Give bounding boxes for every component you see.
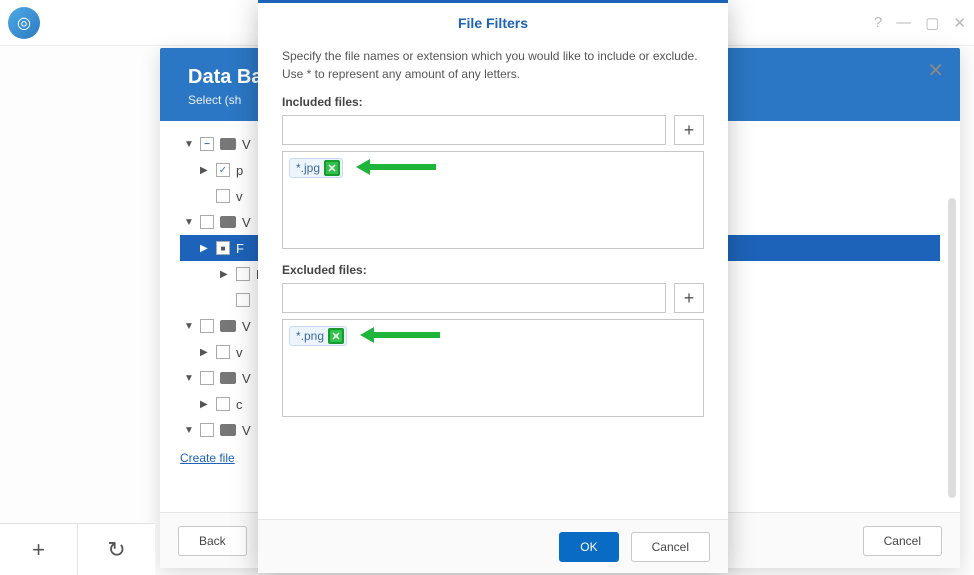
back-button[interactable]: Back — [178, 526, 247, 556]
create-file-filter-link[interactable]: Create file — [180, 451, 235, 465]
excluded-pill-png: *.png ✕ — [289, 326, 347, 346]
checkbox[interactable] — [200, 371, 214, 385]
cancel-button[interactable]: Cancel — [631, 532, 710, 562]
excluded-input-row: + — [282, 283, 704, 313]
expand-arrow-icon[interactable]: ▶ — [200, 243, 210, 254]
app-logo-icon[interactable]: ◎ — [8, 7, 40, 39]
checkbox[interactable] — [200, 215, 214, 229]
checkbox[interactable] — [236, 267, 250, 281]
expand-arrow-icon[interactable]: ▼ — [184, 139, 194, 150]
annotation-arrow-icon — [360, 327, 440, 346]
included-files-input[interactable] — [282, 115, 666, 145]
annotation-arrow-icon — [356, 159, 436, 178]
side-toolbar: + ↻ — [0, 523, 155, 575]
included-pill-jpg: *.jpg ✕ — [289, 158, 343, 178]
pill-label: *.jpg — [296, 161, 320, 175]
tree-label: p — [236, 163, 243, 178]
included-input-row: + — [282, 115, 704, 145]
volume-icon — [220, 216, 236, 228]
expand-arrow-icon[interactable]: ▼ — [184, 425, 194, 436]
volume-icon — [220, 424, 236, 436]
volume-icon — [220, 372, 236, 384]
history-button[interactable]: ↻ — [78, 524, 155, 575]
scrollbar-thumb[interactable] — [948, 198, 956, 498]
tree-label: v — [236, 189, 243, 204]
expand-arrow-icon[interactable]: ▶ — [200, 399, 210, 410]
tree-label: V — [242, 215, 251, 230]
dialog-title: File Filters — [258, 3, 728, 41]
tree-label: V — [242, 423, 251, 438]
expand-arrow-icon[interactable]: ▶ — [200, 347, 210, 358]
wizard-cancel-button[interactable]: Cancel — [863, 526, 942, 556]
logo-glyph: ◎ — [17, 13, 31, 33]
minimize-icon[interactable]: — — [896, 14, 911, 31]
file-filters-dialog: File Filters Specify the file names or e… — [258, 0, 728, 573]
tree-label: F — [236, 241, 244, 256]
excluded-files-label: Excluded files: — [282, 263, 704, 277]
remove-included-pill-icon[interactable]: ✕ — [324, 160, 340, 176]
tree-label: V — [242, 371, 251, 386]
expand-arrow-icon[interactable]: ▼ — [184, 373, 194, 384]
checkbox[interactable] — [200, 137, 214, 151]
close-icon[interactable]: ✕ — [927, 58, 944, 83]
desktop-actions: ? — ▢ ✕ — [874, 14, 966, 32]
expand-arrow-icon[interactable]: ▶ — [200, 165, 210, 176]
remove-excluded-pill-icon[interactable]: ✕ — [328, 328, 344, 344]
tree-label: V — [242, 137, 251, 152]
checkbox[interactable] — [216, 397, 230, 411]
checkbox[interactable] — [216, 345, 230, 359]
checkbox[interactable] — [236, 293, 250, 307]
ok-button[interactable]: OK — [559, 532, 618, 562]
included-files-label: Included files: — [282, 95, 704, 109]
checkbox[interactable] — [216, 189, 230, 203]
help-icon[interactable]: ? — [874, 14, 882, 31]
tree-label: V — [242, 319, 251, 334]
add-excluded-button[interactable]: + — [674, 283, 704, 313]
checkbox[interactable] — [200, 423, 214, 437]
included-files-list: *.jpg ✕ — [282, 151, 704, 249]
add-included-button[interactable]: + — [674, 115, 704, 145]
maximize-icon[interactable]: ▢ — [925, 14, 939, 32]
dialog-body: Specify the file names or extension whic… — [258, 41, 728, 519]
expand-arrow-icon[interactable]: ▶ — [220, 269, 230, 280]
volume-icon — [220, 138, 236, 150]
pill-label: *.png — [296, 329, 324, 343]
tree-label: c — [236, 397, 243, 412]
add-task-button[interactable]: + — [0, 524, 78, 575]
checkbox[interactable] — [200, 319, 214, 333]
expand-arrow-icon[interactable]: ▼ — [184, 217, 194, 228]
excluded-files-list: *.png ✕ — [282, 319, 704, 417]
checkbox[interactable] — [216, 241, 230, 255]
tree-label: v — [236, 345, 243, 360]
expand-arrow-icon[interactable]: ▼ — [184, 321, 194, 332]
checkbox[interactable] — [216, 163, 230, 177]
excluded-files-input[interactable] — [282, 283, 666, 313]
close-window-icon[interactable]: ✕ — [953, 14, 966, 32]
volume-icon — [220, 320, 236, 332]
dialog-help-text: Specify the file names or extension whic… — [282, 47, 704, 83]
dialog-footer: OK Cancel — [258, 519, 728, 573]
